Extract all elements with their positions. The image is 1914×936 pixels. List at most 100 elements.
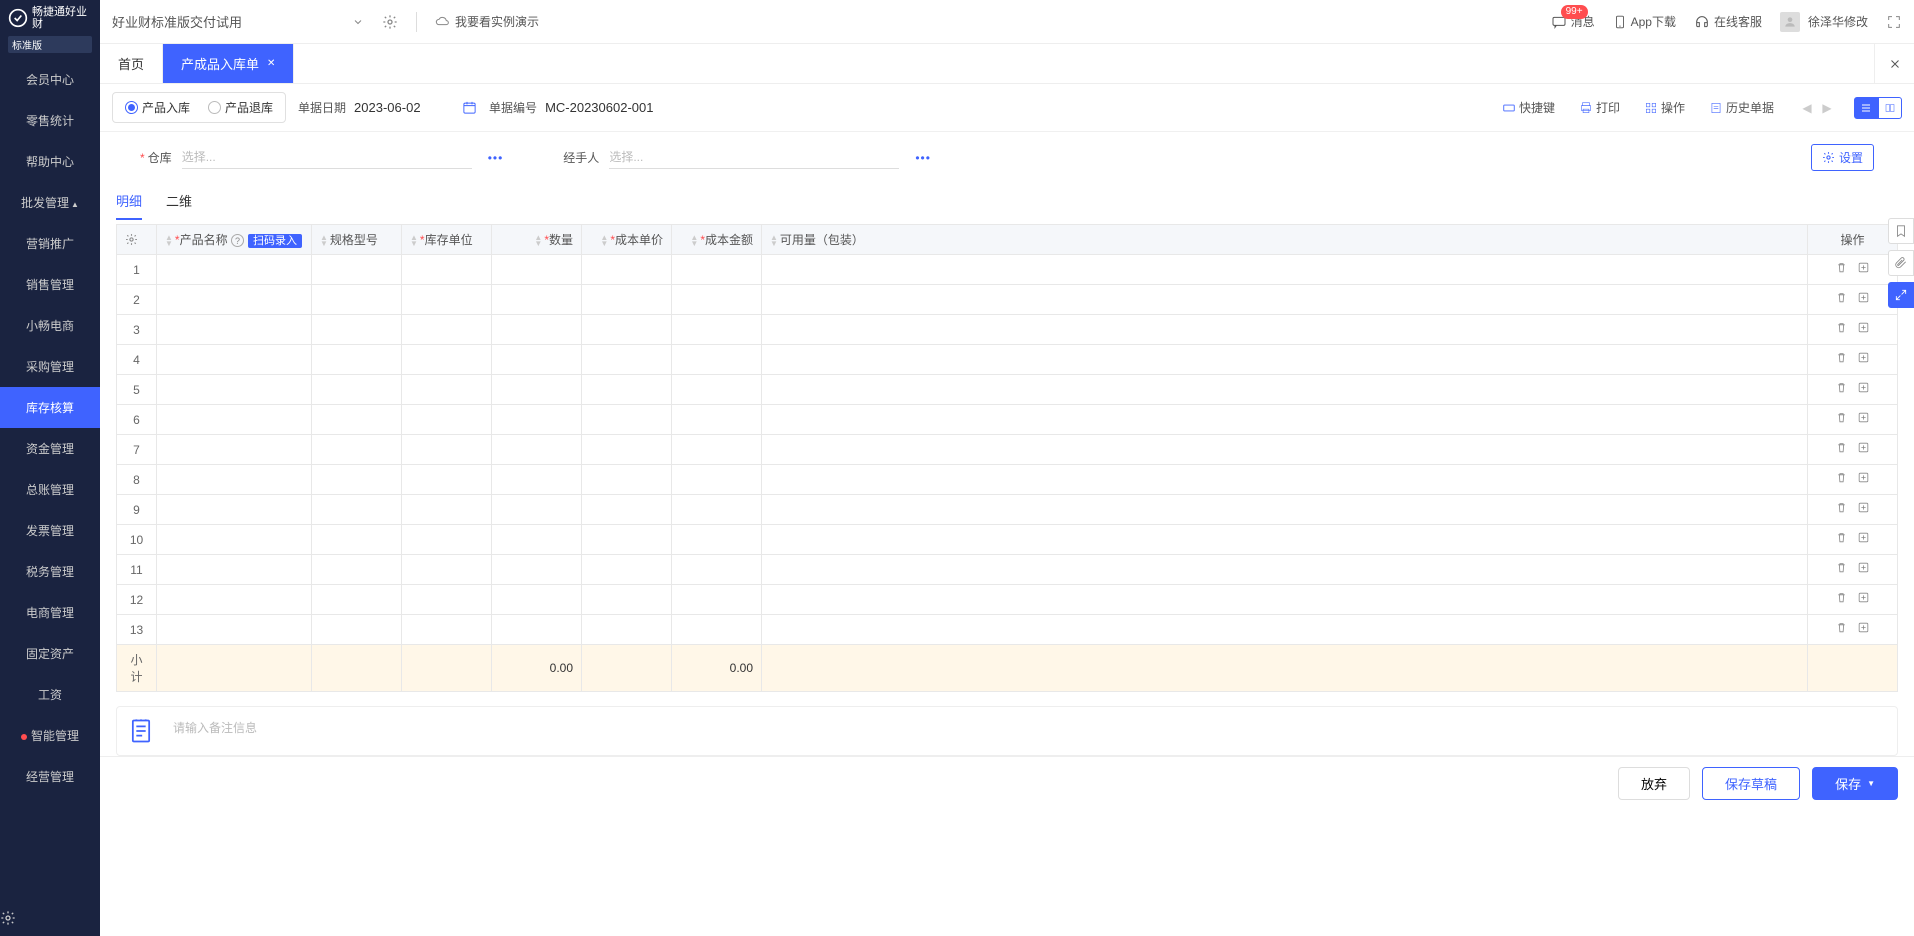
discard-button[interactable]: 放弃: [1618, 767, 1690, 800]
delete-row[interactable]: [1835, 441, 1849, 455]
sidebar-settings[interactable]: [0, 900, 100, 936]
tab-detail[interactable]: 明细: [116, 183, 142, 220]
cell-spec[interactable]: [312, 525, 402, 555]
scan-entry-tag[interactable]: 扫码录入: [248, 234, 302, 248]
table-row[interactable]: 2: [117, 285, 1898, 315]
add-row[interactable]: [1857, 471, 1871, 485]
sidebar-item-3[interactable]: 批发管理▲: [0, 182, 100, 223]
cell-avail[interactable]: [762, 615, 1808, 645]
cell-qty[interactable]: [492, 555, 582, 585]
cell-qty[interactable]: [492, 315, 582, 345]
cell-price[interactable]: [582, 465, 672, 495]
cell-spec[interactable]: [312, 495, 402, 525]
cell-amount[interactable]: [672, 285, 762, 315]
cell-avail[interactable]: [762, 465, 1808, 495]
add-row[interactable]: [1857, 531, 1871, 545]
delete-row[interactable]: [1835, 381, 1849, 395]
add-row[interactable]: [1857, 321, 1871, 335]
table-row[interactable]: 11: [117, 555, 1898, 585]
cell-avail[interactable]: [762, 585, 1808, 615]
cell-unit[interactable]: [402, 525, 492, 555]
cell-name[interactable]: [157, 585, 312, 615]
cell-avail[interactable]: [762, 345, 1808, 375]
cell-spec[interactable]: [312, 285, 402, 315]
cell-avail[interactable]: [762, 315, 1808, 345]
cell-price[interactable]: [582, 345, 672, 375]
cell-qty[interactable]: [492, 255, 582, 285]
cell-amount[interactable]: [672, 465, 762, 495]
add-row[interactable]: [1857, 261, 1871, 275]
history-button[interactable]: 历史单据: [1703, 95, 1780, 120]
trial-dropdown[interactable]: [352, 16, 364, 28]
cell-price[interactable]: [582, 255, 672, 285]
sidebar-item-14[interactable]: 固定资产: [0, 633, 100, 674]
cell-qty[interactable]: [492, 375, 582, 405]
view-card[interactable]: [1878, 97, 1902, 119]
float-attachment[interactable]: [1888, 250, 1914, 276]
col-product-name[interactable]: ▲▼*产品名称 ?扫码录入: [157, 225, 312, 255]
add-row[interactable]: [1857, 591, 1871, 605]
sidebar-item-15[interactable]: 工资: [0, 674, 100, 715]
col-avail[interactable]: ▲▼可用量（包装）: [762, 225, 1808, 255]
cell-name[interactable]: [157, 345, 312, 375]
next-doc[interactable]: ▶: [1818, 97, 1836, 119]
add-row[interactable]: [1857, 381, 1871, 395]
col-unit[interactable]: ▲▼*库存单位: [402, 225, 492, 255]
sidebar-item-17[interactable]: 经营管理: [0, 756, 100, 797]
cell-avail[interactable]: [762, 555, 1808, 585]
cell-unit[interactable]: [402, 285, 492, 315]
col-gear[interactable]: [117, 225, 157, 255]
cell-spec[interactable]: [312, 555, 402, 585]
radio-stock-out[interactable]: 产品退库: [208, 99, 273, 116]
cell-qty[interactable]: [492, 615, 582, 645]
cell-price[interactable]: [582, 585, 672, 615]
cell-price[interactable]: [582, 615, 672, 645]
sidebar-item-7[interactable]: 采购管理: [0, 346, 100, 387]
delete-row[interactable]: [1835, 561, 1849, 575]
cell-amount[interactable]: [672, 345, 762, 375]
cell-unit[interactable]: [402, 465, 492, 495]
cell-name[interactable]: [157, 435, 312, 465]
remark-input[interactable]: [169, 717, 1887, 739]
sidebar-item-16[interactable]: 智能管理: [0, 715, 100, 756]
cell-amount[interactable]: [672, 435, 762, 465]
help-icon[interactable]: ?: [231, 234, 244, 247]
cell-name[interactable]: [157, 315, 312, 345]
table-row[interactable]: 5: [117, 375, 1898, 405]
cell-price[interactable]: [582, 555, 672, 585]
cell-price[interactable]: [582, 285, 672, 315]
delete-row[interactable]: [1835, 351, 1849, 365]
cell-qty[interactable]: [492, 465, 582, 495]
demo-link[interactable]: 我要看实例演示: [435, 13, 539, 30]
sidebar-item-6[interactable]: 小畅电商: [0, 305, 100, 346]
cell-price[interactable]: [582, 375, 672, 405]
delete-row[interactable]: [1835, 411, 1849, 425]
table-row[interactable]: 13: [117, 615, 1898, 645]
delete-row[interactable]: [1835, 261, 1849, 275]
cell-spec[interactable]: [312, 615, 402, 645]
cell-amount[interactable]: [672, 315, 762, 345]
add-row[interactable]: [1857, 411, 1871, 425]
column-settings-button[interactable]: 设置: [1811, 144, 1874, 171]
delete-row[interactable]: [1835, 321, 1849, 335]
sidebar-item-11[interactable]: 发票管理: [0, 510, 100, 551]
cell-unit[interactable]: [402, 555, 492, 585]
sidebar-item-1[interactable]: 零售统计: [0, 100, 100, 141]
add-row[interactable]: [1857, 441, 1871, 455]
cell-avail[interactable]: [762, 375, 1808, 405]
cell-amount[interactable]: [672, 525, 762, 555]
cell-name[interactable]: [157, 405, 312, 435]
delete-row[interactable]: [1835, 621, 1849, 635]
col-price[interactable]: ▲▼*成本单价: [582, 225, 672, 255]
cell-name[interactable]: [157, 285, 312, 315]
cell-amount[interactable]: [672, 615, 762, 645]
cell-unit[interactable]: [402, 315, 492, 345]
cell-price[interactable]: [582, 405, 672, 435]
doc-date-picker[interactable]: [462, 100, 477, 115]
action-button[interactable]: 操作: [1638, 95, 1691, 120]
float-expand[interactable]: [1888, 282, 1914, 308]
cell-amount[interactable]: [672, 405, 762, 435]
cell-price[interactable]: [582, 435, 672, 465]
cell-name[interactable]: [157, 465, 312, 495]
table-row[interactable]: 4: [117, 345, 1898, 375]
